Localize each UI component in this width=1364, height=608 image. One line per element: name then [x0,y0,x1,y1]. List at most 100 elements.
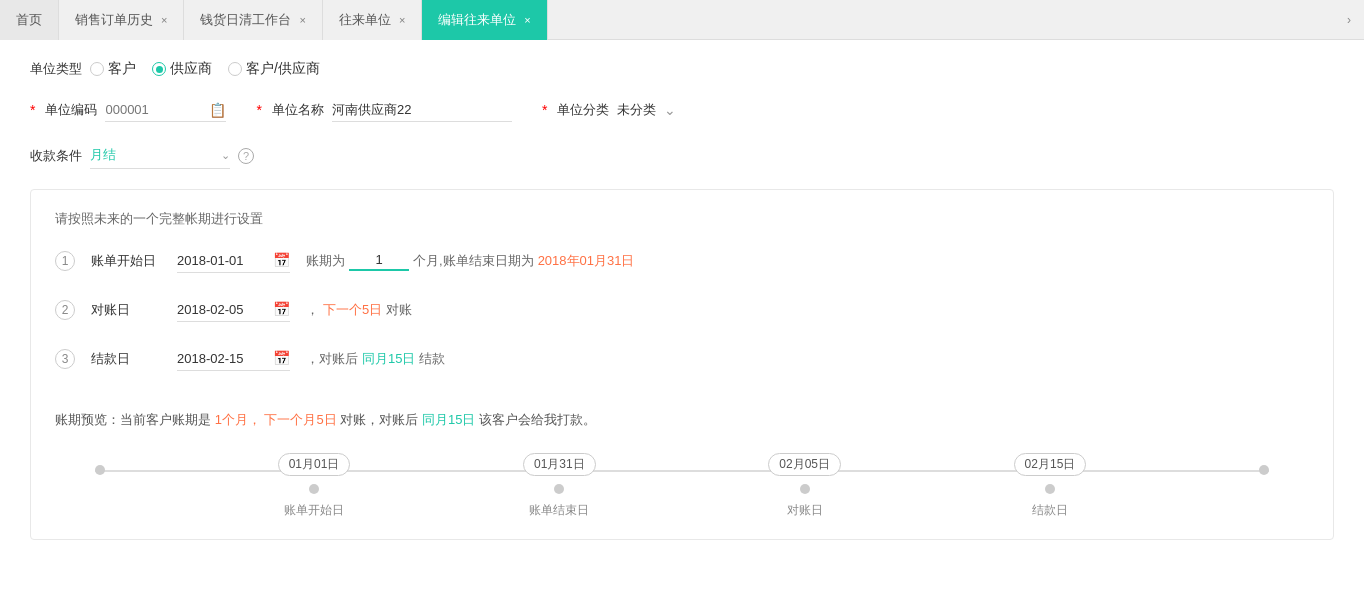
period-cal-2[interactable]: 📅 [273,301,290,317]
unit-code-input-wrapper: 📋 [105,98,226,122]
unit-name-star: * [256,102,261,118]
unit-type-row: 单位类型 客户 供应商 客户/供应商 [30,60,1334,78]
tab-cashflow-close[interactable]: × [299,14,305,26]
unit-category-select[interactable]: 未分类 ⌄ [617,101,817,119]
period-row-1: 1 账单开始日 📅 账期为 个月,账单结束日期为 2018年01月31日 [55,248,1309,273]
help-icon[interactable]: ? [238,148,254,164]
tab-edit-unit-close[interactable]: × [524,14,530,26]
timeline-badge-2: 02月05日 [768,453,841,476]
payment-terms-row: 收款条件 月结 ⌄ ? [30,142,1334,169]
period-cal-3[interactable]: 📅 [273,350,290,366]
preview-part2: 下一个月5日 [264,412,336,427]
tab-sales-history[interactable]: 销售订单历史 × [59,0,184,40]
timeline-dot-0 [309,484,319,494]
radio-both[interactable]: 客户/供应商 [228,60,320,78]
tab-units[interactable]: 往来单位 × [323,0,422,40]
main-content: 单位类型 客户 供应商 客户/供应商 * 单位编码 [0,40,1364,608]
period-desc-prefix: 账期为 [306,252,345,270]
preview-section: 账期预览：当前客户账期是 1个月， 下一个月5日 对账，对账后 同月15日 该客… [55,395,1309,519]
period-desc-2-text: 对账 [386,301,412,319]
unit-category-arrow: ⌄ [664,102,676,118]
period-date-1: 📅 [177,248,290,273]
radio-customer[interactable]: 客户 [90,60,136,78]
tab-home[interactable]: 首页 [0,0,59,40]
timeline-items: 01月01日 账单开始日 01月31日 账单结束日 02月05日 [95,453,1269,519]
tab-cashflow-label: 钱货日清工作台 [200,11,291,29]
tab-cashflow[interactable]: 钱货日清工作台 × [184,0,322,40]
unit-category-label: 单位分类 [557,101,609,119]
payment-terms-dropdown[interactable]: 月结 ⌄ [90,142,230,169]
period-desc-3-date: 同月15日 [362,350,415,368]
unit-name-input[interactable] [332,98,512,122]
unit-name-group: * 单位名称 [256,98,511,122]
radio-group: 客户 供应商 客户/供应商 [90,60,320,78]
period-desc-1: 账期为 个月,账单结束日期为 2018年01月31日 [306,250,634,271]
timeline-badge-3: 02月15日 [1014,453,1087,476]
preview-part3: 同月15日 [422,412,475,427]
timeline-sublabel-1: 账单结束日 [529,502,589,519]
unit-code-label: 单位编码 [45,101,97,119]
timeline-point-0: 01月01日 账单开始日 [278,453,351,519]
radio-customer-circle [90,62,104,76]
unit-type-group: 单位类型 客户 供应商 客户/供应商 [30,60,320,78]
timeline-dot-1 [554,484,564,494]
tab-home-label: 首页 [16,11,42,29]
tab-edit-unit[interactable]: 编辑往来单位 × [422,0,547,40]
period-date-3: 📅 [177,346,290,371]
period-date-2: 📅 [177,297,290,322]
tab-edit-unit-label: 编辑往来单位 [438,11,516,29]
period-desc-2-comma: ， [306,301,319,319]
unit-type-label: 单位类型 [30,60,82,78]
radio-customer-label: 客户 [108,60,136,78]
period-date-input-1[interactable] [177,253,267,268]
unit-code-input[interactable] [105,98,205,121]
preview-part1: 1个月， [215,412,261,427]
payment-terms-arrow: ⌄ [221,149,230,162]
card-instruction: 请按照未来的一个完整帐期进行设置 [55,210,1309,228]
radio-supplier-circle [152,62,166,76]
timeline-sublabel-2: 对账日 [787,502,823,519]
period-date-input-2[interactable] [177,302,267,317]
radio-supplier-label: 供应商 [170,60,212,78]
period-card: 请按照未来的一个完整帐期进行设置 1 账单开始日 📅 账期为 个月,账单结束日期… [30,189,1334,540]
period-label-1: 账单开始日 [91,252,161,270]
timeline-container: 01月01日 账单开始日 01月31日 账单结束日 02月05日 [55,453,1309,519]
timeline-dot-3 [1045,484,1055,494]
timeline-left-dot [95,465,105,475]
preview-text: 账期预览：当前客户账期是 1个月， 下一个月5日 对账，对账后 同月15日 该客… [55,411,1309,429]
period-months-input[interactable] [349,250,409,271]
period-date-input-3[interactable] [177,351,267,366]
period-num-3: 3 [55,349,75,369]
period-cal-1[interactable]: 📅 [273,252,290,268]
timeline-dot-2 [800,484,810,494]
timeline-point-3: 02月15日 结款日 [1014,453,1087,519]
unit-details-row: * 单位编码 📋 * 单位名称 * 单位分类 未分类 ⌄ [30,98,1334,122]
tab-bar: 首页 销售订单历史 × 钱货日清工作台 × 往来单位 × 编辑往来单位 × › [0,0,1364,40]
unit-code-icon[interactable]: 📋 [209,102,226,118]
period-row-3: 3 结款日 📅 ，对账后 同月15日 结款 [55,346,1309,371]
timeline-sublabel-0: 账单开始日 [284,502,344,519]
payment-terms-group: 收款条件 月结 ⌄ ? [30,142,254,169]
period-desc-3-comma: ，对账后 [306,350,358,368]
unit-category-value: 未分类 [617,101,656,119]
timeline-right-dot [1259,465,1269,475]
unit-name-label: 单位名称 [272,101,324,119]
tab-sales-history-close[interactable]: × [161,14,167,26]
preview-mid: 对账，对账后 [340,412,418,427]
unit-code-group: * 单位编码 📋 [30,98,226,122]
payment-terms-value: 月结 [90,146,217,164]
period-desc-3: ，对账后 同月15日 结款 [306,350,445,368]
period-desc-3-text: 结款 [419,350,445,368]
timeline-sublabel-3: 结款日 [1032,502,1068,519]
preview-label: 账期预览：当前客户账期是 [55,412,211,427]
period-label-3: 结款日 [91,350,161,368]
unit-category-star: * [542,102,547,118]
timeline-right-endpoint [1259,465,1269,475]
unit-code-star: * [30,102,35,118]
timeline-badge-1: 01月31日 [523,453,596,476]
tab-arrow[interactable]: › [1334,0,1364,40]
period-desc-suffix: 个月,账单结束日期为 [413,252,534,270]
tab-units-close[interactable]: × [399,14,405,26]
period-end-date: 2018年01月31日 [538,252,635,270]
radio-supplier[interactable]: 供应商 [152,60,212,78]
